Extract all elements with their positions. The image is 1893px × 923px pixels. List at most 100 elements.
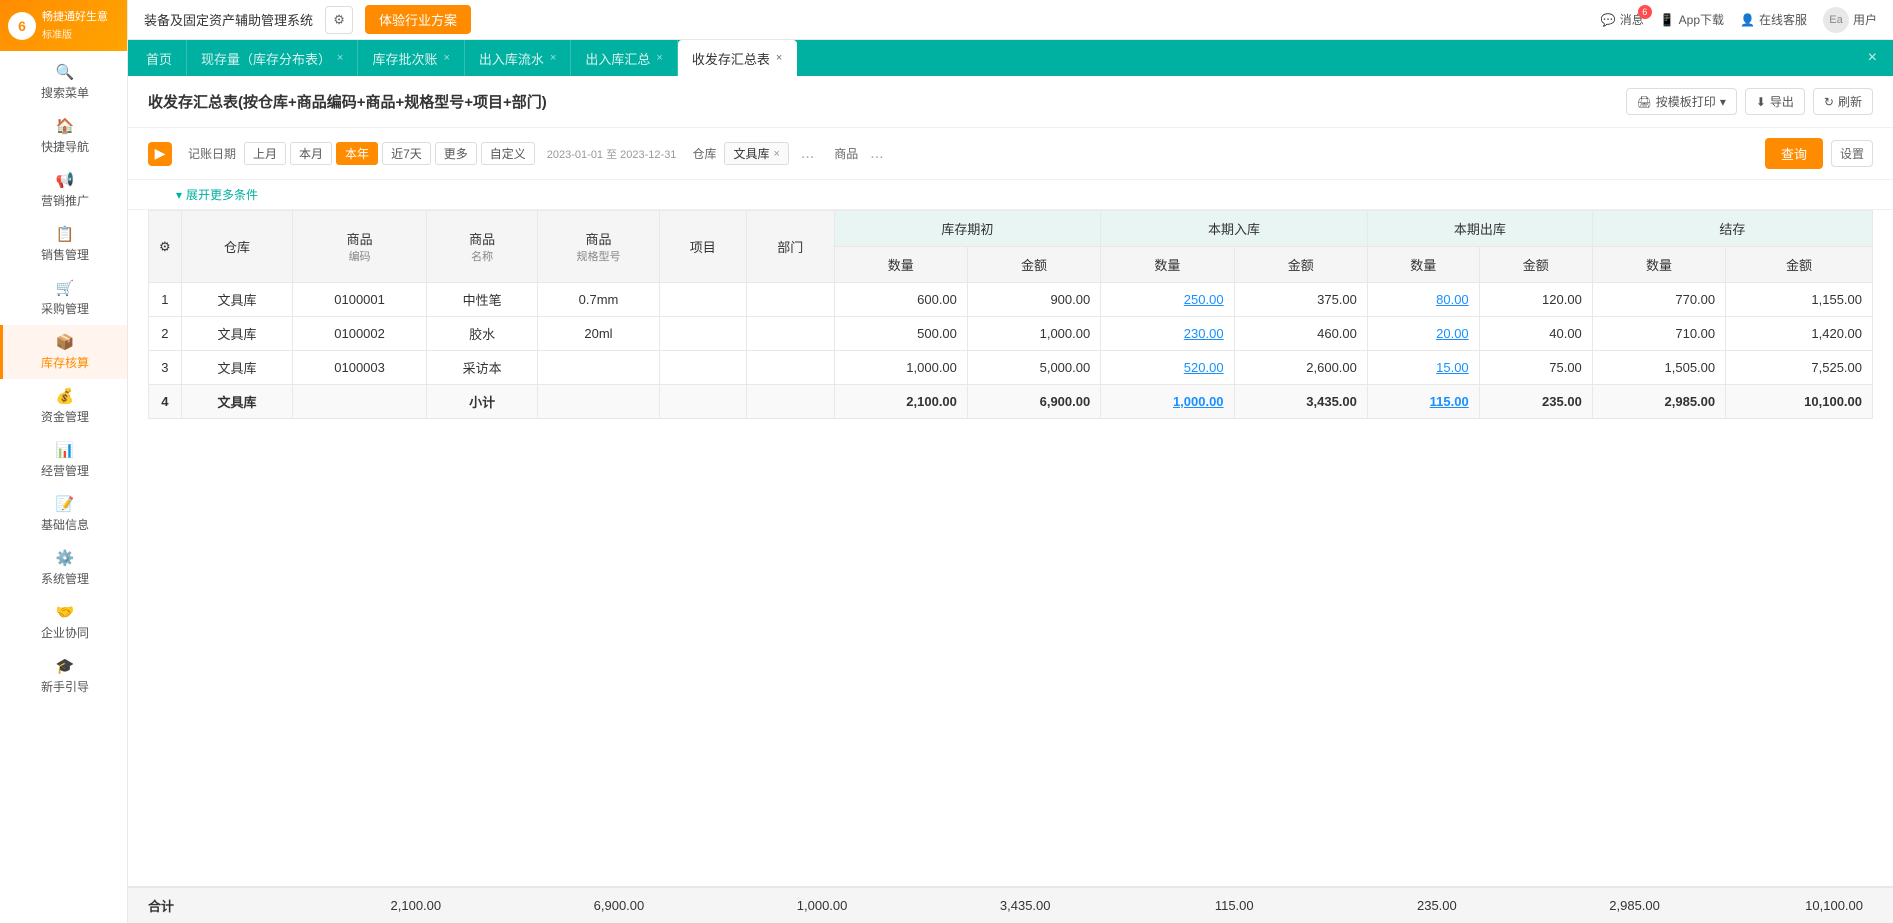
tab-receipt-summary[interactable]: 收发存汇总表 × (678, 40, 797, 76)
cell-open-qty: 600.00 (834, 283, 967, 317)
tabbar-close-all[interactable]: × (1856, 49, 1889, 67)
topbar: 装备及固定资产辅助管理系统 ⚙ 体验行业方案 💬 消息 6 📱 App下载 👤 … (128, 0, 1893, 40)
sidebar-item-search[interactable]: 🔍搜索菜单 (0, 55, 127, 109)
cell-in-qty[interactable]: 250.00 (1101, 283, 1234, 317)
sidebar-brand: 畅捷通好生意 标准版 (42, 10, 108, 41)
footer-out-qty: 115.00 (1061, 898, 1264, 913)
cell-no: 1 (149, 283, 182, 317)
sidebar-item-sales[interactable]: 📋销售管理 (0, 217, 127, 271)
date-btn-this-year[interactable]: 本年 (336, 142, 378, 165)
marketing-icon: 📢 (56, 171, 75, 189)
cell-in-amt: 2,600.00 (1234, 351, 1367, 385)
tab-inout-flow-close[interactable]: × (550, 52, 556, 64)
cell-in-qty[interactable]: 230.00 (1101, 317, 1234, 351)
th-open-amt: 金额 (967, 247, 1100, 283)
sidebar-item-operations[interactable]: 📊经营管理 (0, 433, 127, 487)
tab-batch[interactable]: 库存批次账 × (358, 40, 464, 76)
tab-stock-dist-label: 现存量（库存分布表） (201, 49, 331, 68)
sidebar-item-newbie[interactable]: 🎓新手引导 (0, 649, 127, 703)
tab-inout-summary[interactable]: 出入库汇总 × (571, 40, 677, 76)
app-download-label: App下载 (1679, 11, 1724, 28)
tab-inout-flow[interactable]: 出入库流水 × (465, 40, 571, 76)
cell-out-amt: 40.00 (1479, 317, 1592, 351)
date-btn-custom[interactable]: 自定义 (481, 142, 535, 165)
sidebar-item-marketing[interactable]: 📢营销推广 (0, 163, 127, 217)
th-settings[interactable]: ⚙ (149, 211, 182, 283)
date-btn-7days[interactable]: 近7天 (382, 142, 431, 165)
cell-out-qty[interactable]: 20.00 (1367, 317, 1479, 351)
cell-project (659, 351, 747, 385)
sidebar-item-inventory[interactable]: 📦库存核算 (0, 325, 127, 379)
cell-in-qty[interactable]: 520.00 (1101, 351, 1234, 385)
cell-name: 采访本 (426, 351, 538, 385)
cell-close-amt: 1,420.00 (1726, 317, 1873, 351)
message-action[interactable]: 💬 消息 6 (1601, 11, 1644, 28)
sidebar-item-quick[interactable]: 🏠快捷导航 (0, 109, 127, 163)
date-btn-this-month[interactable]: 本月 (290, 142, 332, 165)
online-service-action[interactable]: 👤 在线客服 (1740, 11, 1807, 28)
cell-out-qty[interactable]: 15.00 (1367, 351, 1479, 385)
query-button[interactable]: 查询 (1765, 138, 1823, 169)
cell-spec (538, 351, 659, 385)
warehouse-more-dots[interactable]: ... (797, 145, 818, 163)
industry-button[interactable]: 体验行业方案 (365, 5, 471, 34)
cell-code: 0100001 (293, 283, 426, 317)
base-icon: 📝 (56, 495, 75, 513)
tab-batch-close[interactable]: × (443, 52, 449, 64)
newbie-icon: 🎓 (56, 657, 75, 675)
th-close-qty: 数量 (1592, 247, 1725, 283)
sidebar-item-base[interactable]: 📝基础信息 (0, 487, 127, 541)
date-filter-group: 记账日期 上月 本月 本年 近7天 更多 自定义 2023-01-01 至 20… (188, 142, 676, 165)
cell-in-amt: 375.00 (1234, 283, 1367, 317)
cell-close-qty: 770.00 (1592, 283, 1725, 317)
table-section: ⚙ 仓库 商品编码 商品名称 商品规格型号 项目 部门 库存期初 本期入库 本期… (128, 210, 1893, 886)
product-filter-group: 商品 ... (834, 145, 887, 163)
operations-icon: 📊 (56, 441, 75, 459)
date-range-display: 2023-01-01 至 2023-12-31 (547, 146, 677, 162)
topbar-settings-button[interactable]: ⚙ (325, 6, 353, 34)
purchase-icon: 🛒 (56, 279, 75, 297)
tab-stock-dist-close[interactable]: × (337, 52, 343, 64)
table-row: 3 文具库 0100003 采访本 1,000.00 5,000.00 520.… (149, 351, 1873, 385)
refresh-button[interactable]: ↻ 刷新 (1813, 88, 1873, 115)
page-title: 收发存汇总表(按仓库+商品编码+商品+规格型号+项目+部门) (148, 91, 547, 124)
cell-open-amt: 900.00 (967, 283, 1100, 317)
tab-receipt-summary-close[interactable]: × (776, 52, 782, 64)
sidebar-item-enterprise[interactable]: 🤝企业协同 (0, 595, 127, 649)
cell-dept (747, 317, 835, 351)
subtotal-in-qty[interactable]: 1,000.00 (1101, 385, 1234, 419)
footer-values: 2,100.00 6,900.00 1,000.00 3,435.00 115.… (248, 898, 1873, 913)
subtotal-out-qty[interactable]: 115.00 (1367, 385, 1479, 419)
th-product-name: 商品名称 (426, 211, 538, 283)
tab-inout-summary-close[interactable]: × (656, 52, 662, 64)
sidebar-logo: 6 (8, 12, 36, 40)
th-product-spec: 商品规格型号 (538, 211, 659, 283)
warehouse-tag[interactable]: 文具库 × (724, 142, 788, 165)
product-more-dots[interactable]: ... (866, 145, 887, 163)
date-btn-more[interactable]: 更多 (435, 142, 477, 165)
warehouse-tag-close[interactable]: × (773, 148, 779, 160)
expand-filter-button[interactable]: ▾ 展开更多条件 (176, 186, 258, 203)
export-button[interactable]: ⬇ 导出 (1745, 88, 1805, 115)
tab-stock-dist[interactable]: 现存量（库存分布表） × (187, 40, 358, 76)
print-button[interactable]: 🖨 按模板打印 ▾ (1626, 88, 1737, 115)
filter-toggle-button[interactable]: ▶ (148, 142, 172, 166)
tab-home-label: 首页 (146, 49, 172, 68)
sidebar-item-label: 资金管理 (41, 408, 89, 425)
cell-open-amt: 5,000.00 (967, 351, 1100, 385)
cell-out-qty[interactable]: 80.00 (1367, 283, 1479, 317)
settings-link[interactable]: 设置 (1831, 140, 1873, 167)
subtotal-out-amt: 235.00 (1479, 385, 1592, 419)
app-download-action[interactable]: 📱 App下载 (1660, 11, 1724, 28)
sidebar-item-system[interactable]: ⚙️系统管理 (0, 541, 127, 595)
th-opening-group: 库存期初 (834, 211, 1101, 247)
sidebar-item-finance[interactable]: 💰 资金管理 (0, 379, 127, 433)
sidebar-item-purchase[interactable]: 🛒采购管理 (0, 271, 127, 325)
finance-icon: 💰 (56, 387, 75, 405)
user-action[interactable]: Ea 用户 (1823, 7, 1877, 33)
sidebar-header: 6 畅捷通好生意 标准版 (0, 0, 127, 51)
date-btn-last-month[interactable]: 上月 (244, 142, 286, 165)
tab-home[interactable]: 首页 (132, 40, 187, 76)
cell-close-amt: 1,155.00 (1726, 283, 1873, 317)
tabbar: 首页 现存量（库存分布表） × 库存批次账 × 出入库流水 × 出入库汇总 × … (128, 40, 1893, 76)
